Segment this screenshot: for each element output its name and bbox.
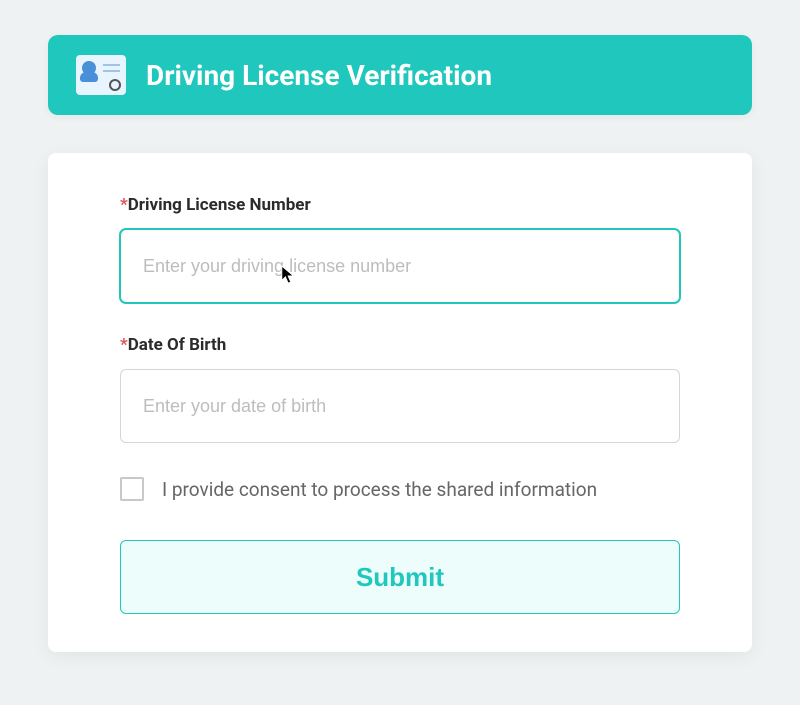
license-number-label: *Driving License Number xyxy=(120,195,680,215)
dob-field: *Date Of Birth xyxy=(120,335,680,443)
verification-form: *Driving License Number *Date Of Birth I… xyxy=(48,153,752,652)
license-card-icon xyxy=(76,55,126,95)
page-header: Driving License Verification xyxy=(48,35,752,115)
required-marker: * xyxy=(120,195,128,215)
dob-input[interactable] xyxy=(120,369,680,443)
page-title: Driving License Verification xyxy=(146,59,492,92)
license-number-label-text: Driving License Number xyxy=(128,195,311,215)
submit-button[interactable]: Submit xyxy=(120,540,680,614)
required-marker: * xyxy=(120,335,128,355)
dob-label-text: Date Of Birth xyxy=(128,335,227,355)
dob-label: *Date Of Birth xyxy=(120,335,680,355)
license-number-field: *Driving License Number xyxy=(120,195,680,303)
consent-row: I provide consent to process the shared … xyxy=(120,475,680,504)
license-number-input[interactable] xyxy=(120,229,680,303)
consent-checkbox[interactable] xyxy=(120,477,144,501)
consent-text: I provide consent to process the shared … xyxy=(162,475,597,504)
